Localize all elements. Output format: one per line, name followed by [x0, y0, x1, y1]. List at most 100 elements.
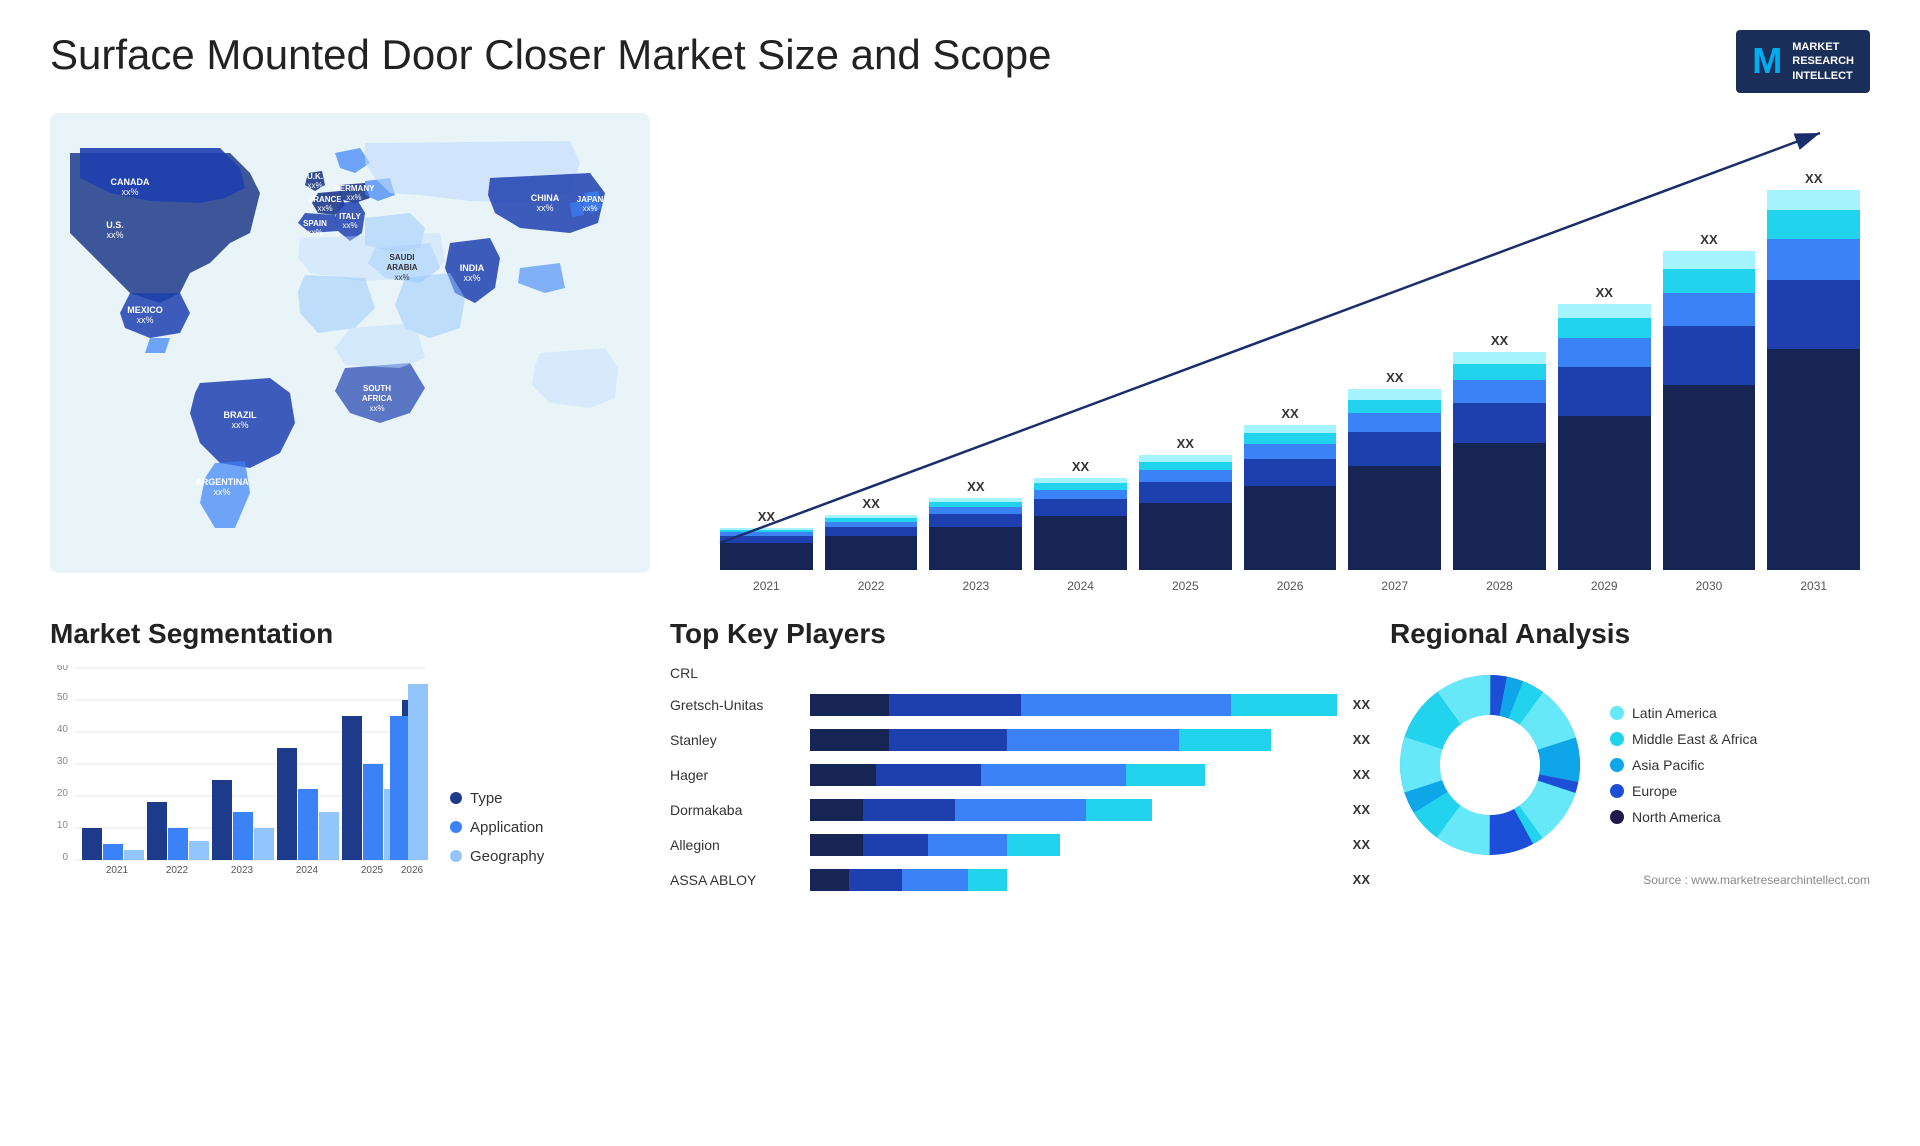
regional-dot-na	[1610, 810, 1624, 824]
player-name: Dormakaba	[670, 802, 800, 818]
x-axis-labels: 2021202220232024202520262027202820292030…	[720, 579, 1860, 593]
player-row: ASSA ABLOYXX	[670, 869, 1370, 891]
legend-label-application: Application	[470, 819, 543, 836]
players-section: Top Key Players CRLGretsch-UnitasXXStanl…	[670, 618, 1370, 896]
svg-text:ITALY: ITALY	[339, 212, 361, 221]
bar-group-2027: XX	[1348, 370, 1441, 570]
legend-dot-application	[450, 821, 462, 833]
top-grid: CANADA xx% U.S. xx% MEXICO xx% BRAZIL xx…	[50, 113, 1870, 603]
svg-text:xx%: xx%	[231, 420, 248, 430]
svg-text:xx%: xx%	[342, 221, 357, 230]
svg-text:GERMANY: GERMANY	[334, 184, 376, 193]
bar-group-2030: XX	[1663, 232, 1756, 569]
regional-label-apac: Asia Pacific	[1632, 757, 1704, 773]
svg-text:xx%: xx%	[536, 203, 553, 213]
line-chart-container: 0 10 20 30 40 50 60	[50, 665, 430, 875]
svg-text:INDIA: INDIA	[460, 263, 485, 273]
bar-group-2026: XX	[1244, 406, 1337, 570]
svg-text:U.K.: U.K.	[307, 172, 323, 181]
bar-group-2029: XX	[1558, 285, 1651, 570]
segmentation-section: Market Segmentation 0 10 20 30 40 50 60	[50, 618, 650, 896]
logo-box: M MARKET RESEARCH INTELLECT	[1736, 30, 1870, 93]
player-name: Allegion	[670, 837, 800, 853]
svg-text:SPAIN: SPAIN	[303, 219, 327, 228]
svg-text:xx%: xx%	[369, 404, 384, 413]
svg-text:xx%: xx%	[582, 204, 597, 213]
bars-container: XXXXXXXXXXXXXXXXXXXXXX	[720, 123, 1860, 575]
svg-text:2023: 2023	[231, 865, 254, 875]
player-name: Stanley	[670, 732, 800, 748]
legend-item-geography: Geography	[450, 848, 544, 865]
world-map-svg: CANADA xx% U.S. xx% MEXICO xx% BRAZIL xx…	[50, 113, 650, 573]
svg-text:U.S.: U.S.	[106, 220, 124, 230]
segmentation-content: 0 10 20 30 40 50 60	[50, 665, 650, 875]
svg-text:FRANCE: FRANCE	[308, 195, 342, 204]
legend-dot-geography	[450, 850, 462, 862]
legend-item-application: Application	[450, 819, 544, 836]
bar-chart-wrapper: XXXXXXXXXXXXXXXXXXXXXX 20212022202320242…	[690, 123, 1860, 593]
bar-group-2024: XX	[1034, 459, 1127, 570]
svg-text:SAUDI: SAUDI	[390, 253, 415, 262]
svg-text:10: 10	[57, 820, 69, 831]
page-title: Surface Mounted Door Closer Market Size …	[50, 30, 1052, 80]
svg-text:30: 30	[57, 756, 69, 767]
donut-svg	[1390, 665, 1590, 865]
header: Surface Mounted Door Closer Market Size …	[50, 30, 1870, 93]
svg-text:xx%: xx%	[121, 187, 138, 197]
regional-legend: Latin America Middle East & Africa Asia …	[1610, 705, 1757, 825]
svg-text:xx%: xx%	[136, 315, 153, 325]
players-list: CRLGretsch-UnitasXXStanleyXXHagerXXDorma…	[670, 665, 1370, 896]
segmentation-legend: Type Application Geography	[450, 790, 544, 875]
svg-text:CANADA: CANADA	[111, 177, 150, 187]
svg-text:20: 20	[57, 788, 69, 799]
svg-text:60: 60	[57, 665, 69, 673]
bar-group-2021: XX	[720, 509, 813, 569]
line-chart-svg: 0 10 20 30 40 50 60	[50, 665, 430, 875]
regional-dot-europe	[1610, 784, 1624, 798]
legend-dot-type	[450, 792, 462, 804]
regional-title: Regional Analysis	[1390, 618, 1870, 650]
svg-text:ARABIA: ARABIA	[386, 263, 417, 272]
svg-text:xx%: xx%	[307, 181, 322, 190]
regional-label-mea: Middle East & Africa	[1632, 731, 1757, 747]
regional-dot-apac	[1610, 758, 1624, 772]
svg-text:xx%: xx%	[346, 193, 361, 202]
bar-chart-section: XXXXXXXXXXXXXXXXXXXXXX 20212022202320242…	[670, 113, 1870, 603]
page-container: Surface Mounted Door Closer Market Size …	[0, 0, 1920, 1146]
player-row: StanleyXX	[670, 729, 1370, 751]
svg-text:40: 40	[57, 724, 69, 735]
bar-group-2028: XX	[1453, 333, 1546, 570]
legend-label-type: Type	[470, 790, 503, 807]
svg-text:xx%: xx%	[463, 273, 480, 283]
logo-container: M MARKET RESEARCH INTELLECT	[1736, 30, 1870, 93]
legend-item-type: Type	[450, 790, 544, 807]
regional-content: Latin America Middle East & Africa Asia …	[1390, 665, 1870, 865]
svg-text:2024: 2024	[296, 865, 319, 875]
bar-group-2031: XX	[1767, 171, 1860, 570]
players-title: Top Key Players	[670, 618, 1370, 650]
chart-area: XXXXXXXXXXXXXXXXXXXXXX	[690, 123, 1860, 575]
donut-container	[1390, 665, 1590, 865]
svg-text:BRAZIL: BRAZIL	[224, 410, 257, 420]
source-text: Source : www.marketresearchintellect.com	[1390, 873, 1870, 887]
y-axis	[690, 123, 720, 575]
svg-text:AFRICA: AFRICA	[362, 394, 392, 403]
svg-text:xx%: xx%	[307, 228, 322, 237]
player-name: ASSA ABLOY	[670, 872, 800, 888]
segmentation-title: Market Segmentation	[50, 618, 650, 650]
bottom-grid: Market Segmentation 0 10 20 30 40 50 60	[50, 618, 1870, 896]
bar-group-2025: XX	[1139, 436, 1232, 570]
regional-label-europe: Europe	[1632, 783, 1677, 799]
regional-legend-apac: Asia Pacific	[1610, 757, 1757, 773]
svg-text:2021: 2021	[106, 865, 129, 875]
svg-text:MEXICO: MEXICO	[127, 305, 163, 315]
svg-text:2025: 2025	[361, 865, 384, 875]
svg-text:xx%: xx%	[394, 273, 409, 282]
regional-dot-latin	[1610, 706, 1624, 720]
regional-legend-na: North America	[1610, 809, 1757, 825]
player-name: Gretsch-Unitas	[670, 697, 800, 713]
regional-label-na: North America	[1632, 809, 1721, 825]
svg-text:0: 0	[62, 852, 68, 863]
bar-group-2023: XX	[929, 479, 1022, 570]
logo-text: MARKET RESEARCH INTELLECT	[1792, 40, 1854, 83]
